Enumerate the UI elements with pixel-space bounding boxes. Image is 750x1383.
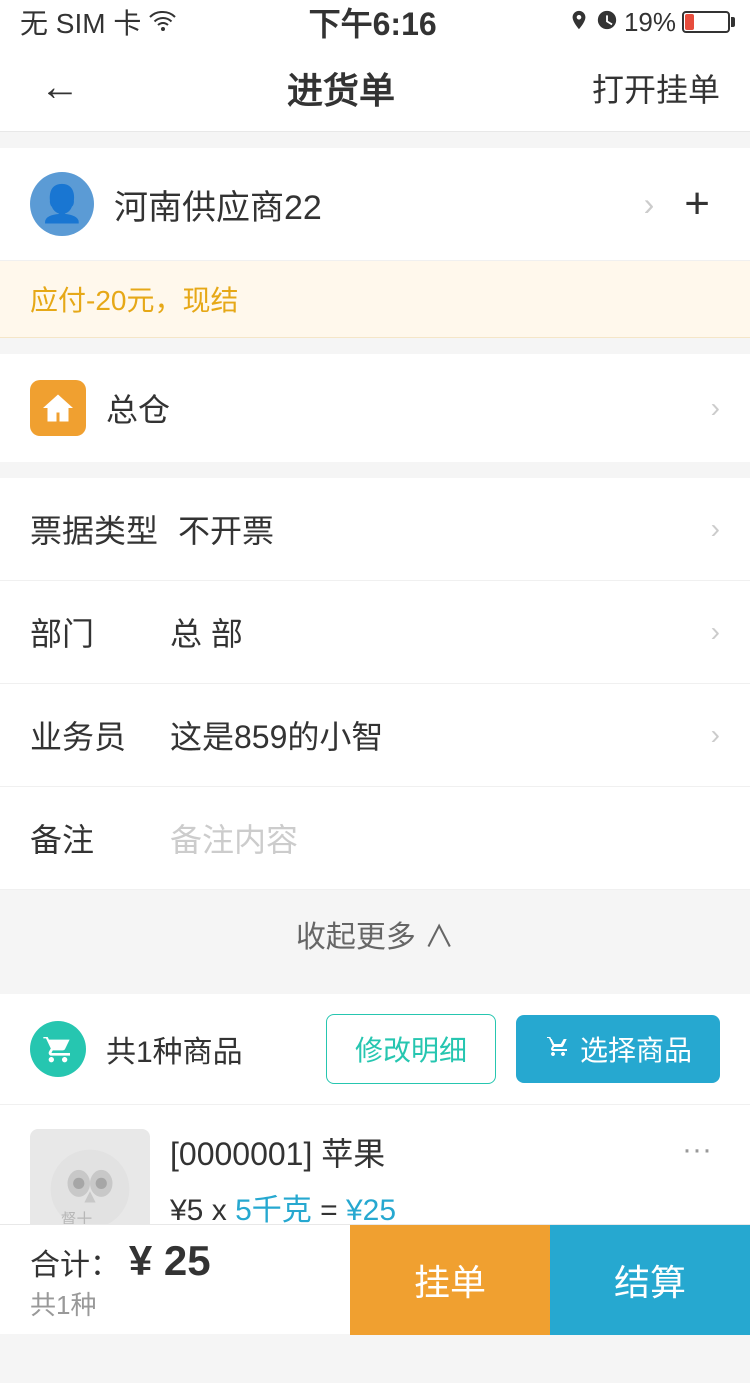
price-times: x xyxy=(212,1194,235,1227)
warehouse-chevron-icon: › xyxy=(711,392,720,424)
form-section: 票据类型 不开票 › 部门 总 部 › 业务员 这是859的小智 › 备注 备注… xyxy=(0,478,750,890)
invoice-value: 不开票 xyxy=(158,506,711,552)
section-gap-3 xyxy=(0,462,750,478)
note-label: 备注 xyxy=(30,815,150,861)
add-supplier-button[interactable]: + xyxy=(674,179,720,229)
select-product-button[interactable]: 选择商品 xyxy=(516,1015,720,1083)
bottom-bar: 合计： ¥ 25 共1种 挂单 结算 xyxy=(0,1224,750,1334)
supplier-name: 河南供应商22 xyxy=(114,180,644,229)
cart-icon xyxy=(544,1033,572,1065)
salesman-label: 业务员 xyxy=(30,712,150,758)
warehouse-row[interactable]: 总仓 › xyxy=(0,354,750,462)
total-count: 共1种 xyxy=(30,1285,320,1322)
note-row[interactable]: 备注 备注内容 xyxy=(0,787,750,890)
hang-button[interactable]: 挂单 xyxy=(350,1225,550,1335)
nav-bar: ← 进货单 打开挂单 xyxy=(0,44,750,132)
wifi-icon xyxy=(149,6,177,38)
invoice-label: 票据类型 xyxy=(30,506,158,552)
location-icon xyxy=(568,7,590,38)
total-label: 合计： xyxy=(30,1249,120,1282)
price-unit: ¥5 xyxy=(170,1194,203,1227)
products-header: 共1种商品 修改明细 选择商品 xyxy=(0,994,750,1104)
product-price-row: ¥5 x 5千克 = ¥25 xyxy=(170,1185,654,1229)
note-placeholder[interactable]: 备注内容 xyxy=(150,815,720,861)
page-title: 进货单 xyxy=(287,62,395,114)
salesman-value: 这是859的小智 xyxy=(150,712,711,758)
select-product-label: 选择商品 xyxy=(580,1029,692,1069)
alarm-icon xyxy=(596,7,618,38)
dept-chevron-icon: › xyxy=(711,616,720,648)
product-id: [0000001] xyxy=(170,1136,321,1172)
price-equals: = xyxy=(320,1194,346,1227)
battery-icon xyxy=(682,11,730,33)
total-row: 合计： ¥ 25 xyxy=(30,1237,320,1285)
warehouse-name: 总仓 xyxy=(106,385,170,431)
warehouse-icon xyxy=(30,380,86,436)
product-name: [0000001] 苹果 xyxy=(170,1129,654,1175)
product-info: [0000001] 苹果 ¥5 x 5千克 = ¥25 xyxy=(170,1129,654,1229)
salesman-row[interactable]: 业务员 这是859的小智 › xyxy=(0,684,750,787)
section-gap-2 xyxy=(0,338,750,354)
edit-detail-button[interactable]: 修改明细 xyxy=(326,1014,496,1084)
status-carrier: 无 SIM 卡 xyxy=(20,2,177,42)
checkout-button[interactable]: 结算 xyxy=(550,1225,750,1335)
section-gap-1 xyxy=(0,132,750,148)
status-time: 下午6:16 xyxy=(309,0,437,45)
dept-row[interactable]: 部门 总 部 › xyxy=(0,581,750,684)
collapse-button[interactable]: 收起更多 ∧ xyxy=(0,890,750,978)
section-gap-4 xyxy=(0,978,750,994)
total-amount: ¥ 25 xyxy=(129,1237,211,1284)
dept-value: 总 部 xyxy=(150,609,711,655)
avatar-icon: 👤 xyxy=(40,183,85,225)
supplier-notice: 应付-20元，现结 xyxy=(0,261,750,338)
back-button[interactable]: ← xyxy=(30,55,90,120)
supplier-avatar: 👤 xyxy=(30,172,94,236)
open-hang-button[interactable]: 打开挂单 xyxy=(592,65,720,111)
price-total: ¥25 xyxy=(346,1194,396,1227)
warehouse-section[interactable]: 总仓 › xyxy=(0,354,750,462)
salesman-chevron-icon: › xyxy=(711,719,720,751)
invoice-row[interactable]: 票据类型 不开票 › xyxy=(0,478,750,581)
total-section: 合计： ¥ 25 共1种 xyxy=(0,1237,350,1322)
supplier-chevron-icon: › xyxy=(644,186,655,223)
battery-percent: 19% xyxy=(624,7,676,38)
supplier-section: 👤 河南供应商22 › + 应付-20元，现结 xyxy=(0,148,750,338)
carrier-text: 无 SIM 卡 xyxy=(20,2,141,42)
price-quantity: 5千克 xyxy=(235,1194,312,1227)
status-indicators: 19% xyxy=(568,7,730,38)
products-icon xyxy=(30,1021,86,1077)
supplier-row[interactable]: 👤 河南供应商22 › + xyxy=(0,148,750,261)
product-menu-button[interactable]: ··· xyxy=(674,1129,720,1171)
invoice-chevron-icon: › xyxy=(711,513,720,545)
dept-label: 部门 xyxy=(30,609,150,655)
products-count: 共1种商品 xyxy=(106,1027,306,1071)
status-bar: 无 SIM 卡 下午6:16 19% xyxy=(0,0,750,44)
